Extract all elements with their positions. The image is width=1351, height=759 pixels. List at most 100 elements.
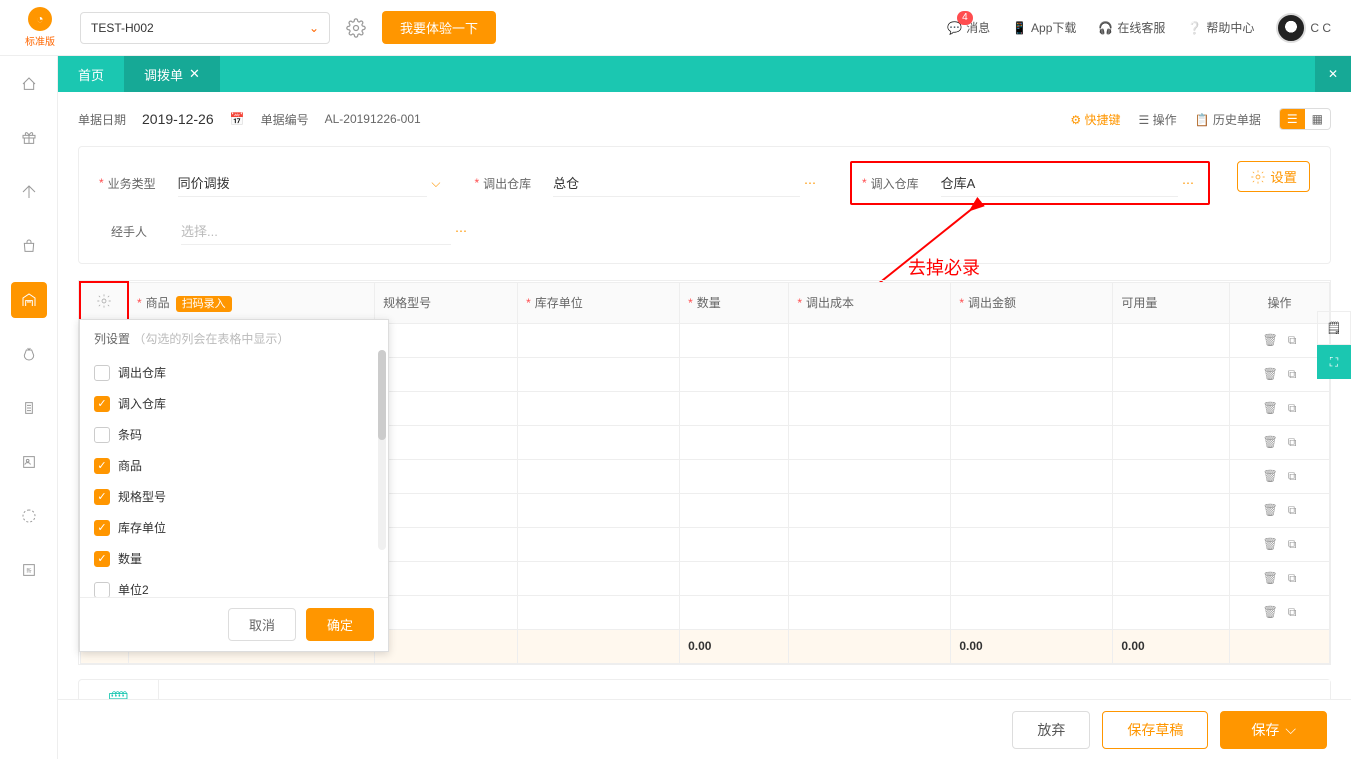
sidebar-item-warehouse[interactable] <box>11 282 47 318</box>
chevron-down-icon[interactable]: ⌵ <box>427 176 444 191</box>
tab-home[interactable]: 首页 <box>58 56 124 92</box>
close-icon[interactable]: ✕ <box>189 66 200 82</box>
trial-button[interactable]: 我要体验一下 <box>382 11 496 44</box>
app-download-link[interactable]: 📱 App下载 <box>1012 19 1076 36</box>
checkbox[interactable] <box>94 427 110 443</box>
tabs-close-all[interactable]: ✕ <box>1315 56 1351 92</box>
checkbox[interactable]: ✓ <box>94 520 110 536</box>
delete-icon[interactable]: 🗑 <box>1263 435 1278 450</box>
fullscreen-tool[interactable]: ⛶ <box>1317 345 1351 379</box>
copy-icon[interactable]: ⧉ <box>1288 333 1297 348</box>
org-select[interactable]: TEST-H002 ⌄ <box>80 12 330 44</box>
org-settings-button[interactable] <box>340 12 372 44</box>
checkbox[interactable]: ✓ <box>94 458 110 474</box>
history-link[interactable]: 📋 历史单据 <box>1195 111 1261 128</box>
column-option[interactable]: ✓商品 <box>94 450 374 481</box>
copy-icon[interactable]: ⧉ <box>1288 537 1297 552</box>
column-option[interactable]: 条码 <box>94 419 374 450</box>
biz-type-field[interactable]: * 业务类型 同价调拨 ⌵ <box>99 169 445 197</box>
new-icon: 新 <box>21 562 37 578</box>
more-icon[interactable]: ⋯ <box>1178 176 1198 190</box>
delete-icon[interactable]: 🗑 <box>1263 537 1278 552</box>
checkbox[interactable]: ✓ <box>94 489 110 505</box>
out-warehouse-field[interactable]: * 调出仓库 总仓 ⋯ <box>475 169 821 197</box>
column-option[interactable]: 调出仓库 <box>94 357 374 388</box>
copy-icon[interactable]: ⧉ <box>1288 435 1297 450</box>
operate-link[interactable]: ☰ 操作 <box>1138 111 1176 128</box>
delete-icon[interactable]: 🗑 <box>1263 367 1278 382</box>
sidebar-item-home[interactable] <box>11 66 47 102</box>
delete-icon[interactable]: 🗑 <box>1263 503 1278 518</box>
checkbox[interactable] <box>94 365 110 381</box>
total-out-amount: 0.00 <box>951 629 1113 663</box>
remarks-input[interactable] <box>159 680 1330 700</box>
checkbox[interactable] <box>94 582 110 598</box>
copy-icon[interactable]: ⧉ <box>1288 571 1297 586</box>
required-mark: * <box>475 176 480 190</box>
help-center-link[interactable]: ❔ 帮助中心 <box>1187 19 1254 36</box>
column-option-label: 规格型号 <box>118 488 166 505</box>
save-button[interactable]: 保存 ⌵ <box>1220 711 1327 749</box>
scan-button[interactable]: 扫码录入 <box>176 296 232 312</box>
save-draft-button[interactable]: 保存草稿 <box>1102 711 1208 749</box>
more-icon[interactable]: ⋯ <box>451 224 471 238</box>
copy-icon[interactable]: ⧉ <box>1288 401 1297 416</box>
sidebar-item-contacts[interactable] <box>11 444 47 480</box>
avatar <box>1276 13 1306 43</box>
sidebar-item-new[interactable]: 新 <box>11 552 47 588</box>
handler-field[interactable]: 经手人 选择... ⋯ <box>111 217 471 245</box>
form-settings-button[interactable]: 设置 <box>1237 161 1310 192</box>
tabs: 首页 调拨单 ✕ ✕ <box>58 56 1351 92</box>
checkbox[interactable]: ✓ <box>94 551 110 567</box>
delete-icon[interactable]: 🗑 <box>1263 469 1278 484</box>
messages-link[interactable]: 💬 消息 4 <box>947 19 990 36</box>
delete-icon[interactable]: 🗑 <box>1263 333 1278 348</box>
column-option[interactable]: ✓调入仓库 <box>94 388 374 419</box>
column-list: 调出仓库✓调入仓库条码✓商品✓规格型号✓库存单位✓数量单位2 <box>80 357 388 597</box>
copy-icon[interactable]: ⧉ <box>1288 503 1297 518</box>
sidebar-item-gift[interactable] <box>11 120 47 156</box>
discard-button[interactable]: 放弃 <box>1012 711 1090 749</box>
tab-transfer[interactable]: 调拨单 ✕ <box>124 56 220 92</box>
column-option[interactable]: ✓数量 <box>94 543 374 574</box>
logo-icon: ◔ <box>28 7 52 31</box>
confirm-button[interactable]: 确定 <box>306 608 374 641</box>
bag-icon <box>21 238 37 254</box>
copy-icon[interactable]: ⧉ <box>1288 367 1297 382</box>
in-warehouse-field[interactable]: * 调入仓库 仓库A ⋯ <box>850 161 1210 205</box>
column-option[interactable]: ✓ 库存单位 <box>94 512 374 543</box>
copy-icon[interactable]: ⧉ <box>1288 605 1297 620</box>
notes-tool[interactable]: 🗒 <box>1317 311 1351 345</box>
notes-icon: 🗒 <box>105 690 133 700</box>
shortcut-link[interactable]: ⚙ 快捷键 <box>1070 111 1120 128</box>
user-menu[interactable]: C C <box>1276 13 1331 43</box>
doc-header: 单据日期 2019-12-26 📅 单据编号 AL-20191226-001 ⚙… <box>78 108 1331 130</box>
calendar-icon[interactable]: 📅 <box>230 112 245 126</box>
cancel-button[interactable]: 取消 <box>228 608 296 641</box>
sidebar-item-money[interactable] <box>11 336 47 372</box>
view-grid[interactable]: ▦ <box>1305 109 1330 129</box>
delete-icon[interactable]: 🗑 <box>1263 571 1278 586</box>
sidebar-item-up[interactable] <box>11 174 47 210</box>
date-value[interactable]: 2019-12-26 <box>142 111 214 127</box>
view-list[interactable]: ☰ <box>1280 109 1305 129</box>
column-option-label: 单位2 <box>118 581 149 597</box>
delete-icon[interactable]: 🗑 <box>1263 605 1278 620</box>
column-option-label: 库存单位 <box>118 519 166 536</box>
checkbox[interactable]: ✓ <box>94 396 110 412</box>
scrollbar-thumb[interactable] <box>378 357 386 440</box>
col-spec: 规格型号 <box>375 282 518 323</box>
delete-icon[interactable]: 🗑 <box>1263 401 1278 416</box>
headset-icon: 🎧 <box>1098 21 1113 35</box>
scrollbar[interactable] <box>378 357 386 550</box>
column-settings-button[interactable] <box>80 282 128 323</box>
more-icon[interactable]: ⋯ <box>800 176 820 190</box>
online-service-link[interactable]: 🎧 在线客服 <box>1098 19 1165 36</box>
sidebar-item-loading[interactable] <box>11 498 47 534</box>
col-qty: *数量 <box>680 282 789 323</box>
column-option[interactable]: ✓ 规格型号 <box>94 481 374 512</box>
column-option[interactable]: 单位2 <box>94 574 374 597</box>
sidebar-item-clipboard[interactable] <box>11 390 47 426</box>
copy-icon[interactable]: ⧉ <box>1288 469 1297 484</box>
sidebar-item-bag[interactable] <box>11 228 47 264</box>
